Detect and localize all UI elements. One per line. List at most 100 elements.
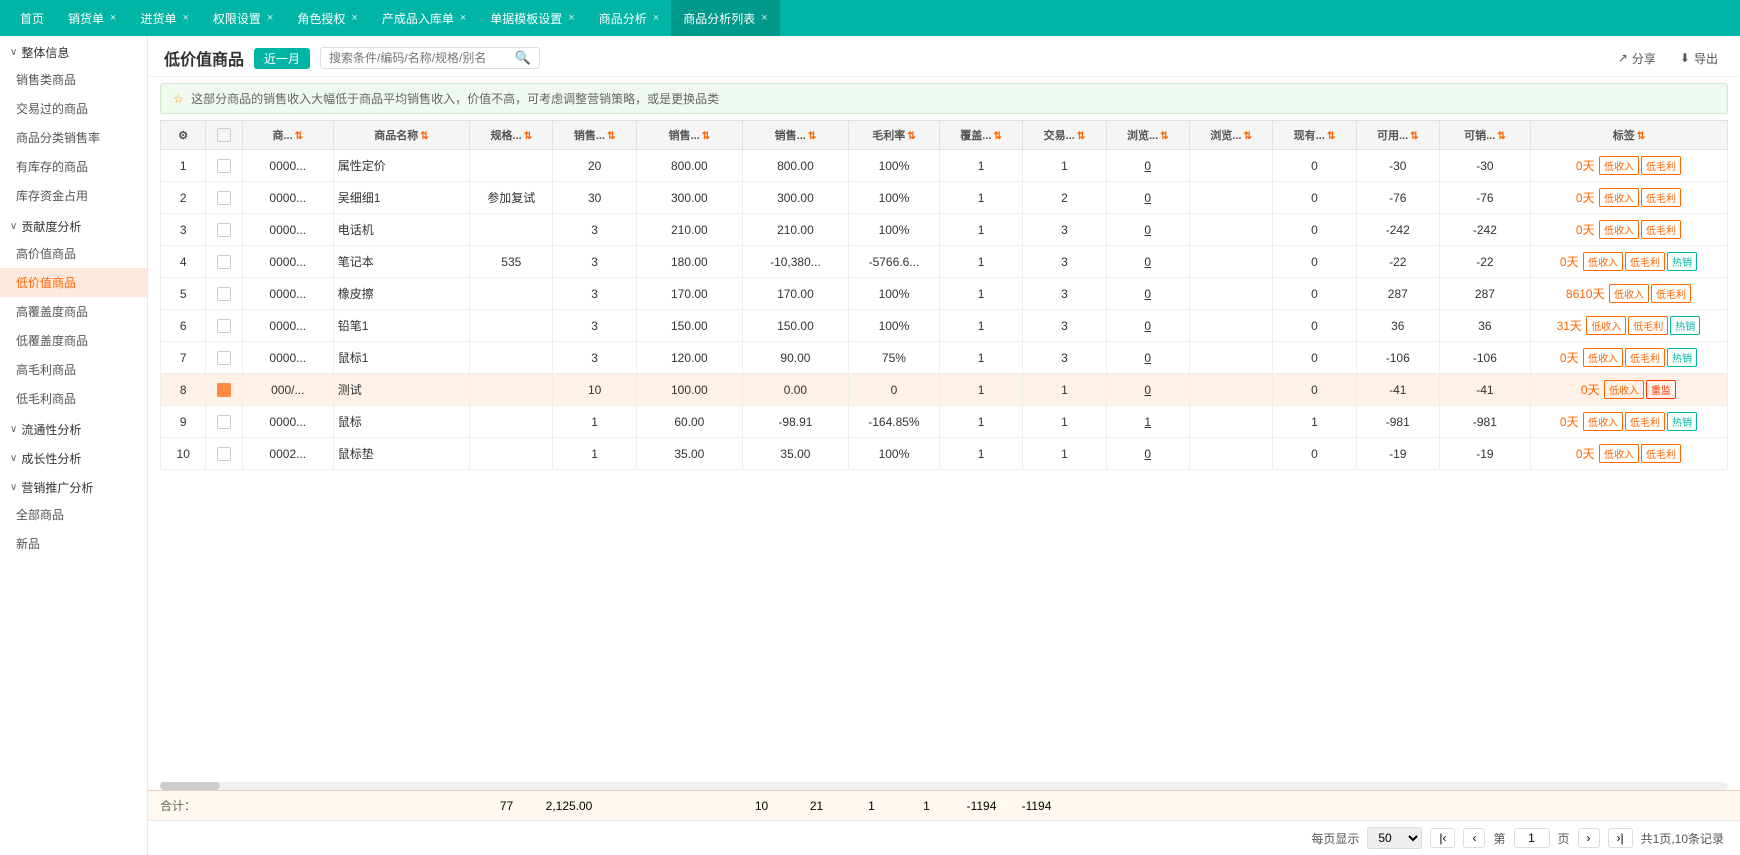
close-icon[interactable]: × — [182, 12, 188, 24]
browse-link[interactable]: 0 — [1144, 319, 1151, 333]
browse1-cell[interactable]: 0 — [1106, 310, 1189, 342]
filter-date-button[interactable]: 近一月 — [254, 48, 310, 69]
browse1-cell[interactable]: 0 — [1106, 150, 1189, 182]
sidebar-item-all-products[interactable]: 全部商品 — [0, 500, 147, 529]
browse1-cell[interactable]: 1 — [1106, 406, 1189, 438]
close-icon[interactable]: × — [761, 12, 767, 24]
checkbox-cell[interactable] — [206, 246, 242, 278]
sale2-column-header[interactable]: 销售...⇅ — [636, 121, 742, 150]
close-icon[interactable]: × — [568, 12, 574, 24]
nav-permission-settings[interactable]: 权限设置 × — [201, 0, 285, 36]
sellable-column-header[interactable]: 可销...⇅ — [1439, 121, 1530, 150]
sidebar-item-new-products[interactable]: 新品 — [0, 529, 147, 558]
checkbox-column-header[interactable] — [206, 121, 242, 150]
checkbox-cell[interactable] — [206, 182, 242, 214]
nav-sales-order[interactable]: 销货单 × — [56, 0, 128, 36]
checkbox-cell[interactable] — [206, 374, 242, 406]
stock1-column-header[interactable]: 现有...⇅ — [1273, 121, 1356, 150]
browse1-column-header[interactable]: 浏览...⇅ — [1106, 121, 1189, 150]
nav-product-analysis[interactable]: 商品分析 × — [587, 0, 671, 36]
nav-purchase-order[interactable]: 进货单 × — [128, 0, 200, 36]
row-checkbox[interactable] — [217, 223, 231, 237]
sidebar-group-marketing[interactable]: ∨ 营销推广分析 — [0, 471, 147, 500]
nav-template-settings[interactable]: 单据模板设置 × — [478, 0, 586, 36]
browse-link[interactable]: 0 — [1144, 255, 1151, 269]
sidebar-group-overall[interactable]: ∨ 整体信息 — [0, 36, 147, 65]
checkbox-cell[interactable] — [206, 342, 242, 374]
search-icon[interactable]: 🔍 — [515, 50, 531, 66]
nav-home[interactable]: 首页 — [8, 0, 56, 36]
nav-role-auth[interactable]: 角色授权 × — [285, 0, 369, 36]
row-checkbox[interactable] — [217, 447, 231, 461]
browse-link[interactable]: 0 — [1144, 287, 1151, 301]
row-checkbox[interactable] — [217, 255, 231, 269]
sidebar-item-low-margin[interactable]: 低毛利商品 — [0, 384, 147, 413]
sidebar-item-traded-products[interactable]: 交易过的商品 — [0, 94, 147, 123]
browse2-column-header[interactable]: 浏览...⇅ — [1189, 121, 1272, 150]
trade-column-header[interactable]: 交易...⇅ — [1023, 121, 1106, 150]
checkbox-cell[interactable] — [206, 406, 242, 438]
prev-page-button[interactable]: ‹ — [1463, 828, 1485, 848]
browse-link[interactable]: 0 — [1144, 223, 1151, 237]
browse-link[interactable]: 1 — [1144, 415, 1151, 429]
browse-link[interactable]: 0 — [1144, 447, 1151, 461]
sidebar-item-stock-capital[interactable]: 库存资金占用 — [0, 181, 147, 210]
last-page-button[interactable]: ›| — [1608, 828, 1633, 848]
browse1-cell[interactable]: 0 — [1106, 342, 1189, 374]
sidebar-item-high-margin[interactable]: 高毛利商品 — [0, 355, 147, 384]
scrollbar-thumb[interactable] — [160, 782, 220, 790]
browse-link[interactable]: 0 — [1144, 191, 1151, 205]
sale3-column-header[interactable]: 销售...⇅ — [742, 121, 848, 150]
page-size-select[interactable]: 50 100 — [1367, 827, 1422, 849]
sidebar-item-high-coverage[interactable]: 高覆盖度商品 — [0, 297, 147, 326]
settings-column-header[interactable]: ⚙ — [161, 121, 206, 150]
sidebar-group-contribution[interactable]: ∨ 贡献度分析 — [0, 210, 147, 239]
checkbox-cell[interactable] — [206, 150, 242, 182]
browse-link[interactable]: 0 — [1144, 383, 1151, 397]
sidebar-item-low-value[interactable]: 低价值商品 — [0, 268, 147, 297]
sidebar-item-category-sales-rate[interactable]: 商品分类销售率 — [0, 123, 147, 152]
sale1-column-header[interactable]: 销售...⇅ — [553, 121, 636, 150]
row-checkbox[interactable] — [217, 415, 231, 429]
row-checkbox[interactable] — [217, 191, 231, 205]
close-icon[interactable]: × — [460, 12, 466, 24]
search-box[interactable]: 🔍 — [320, 47, 540, 69]
browse-link[interactable]: 0 — [1144, 351, 1151, 365]
sidebar-group-growth[interactable]: ∨ 成长性分析 — [0, 442, 147, 471]
row-checkbox[interactable] — [217, 319, 231, 333]
nav-product-analysis-list[interactable]: 商品分析列表 × — [671, 0, 779, 36]
spec-column-header[interactable]: 规格...⇅ — [470, 121, 553, 150]
export-button[interactable]: ⬇ 导出 — [1674, 48, 1724, 69]
sidebar-item-high-value[interactable]: 高价值商品 — [0, 239, 147, 268]
sidebar-item-stocked-products[interactable]: 有库存的商品 — [0, 152, 147, 181]
row-checkbox[interactable] — [217, 159, 231, 173]
select-all-checkbox[interactable] — [217, 128, 231, 142]
checkbox-cell[interactable] — [206, 278, 242, 310]
close-icon[interactable]: × — [351, 12, 357, 24]
stock2-column-header[interactable]: 可用...⇅ — [1356, 121, 1439, 150]
close-icon[interactable]: × — [267, 12, 273, 24]
browse-link[interactable]: 0 — [1144, 159, 1151, 173]
checkbox-cell[interactable] — [206, 310, 242, 342]
browse1-cell[interactable]: 0 — [1106, 278, 1189, 310]
first-page-button[interactable]: |‹ — [1430, 828, 1455, 848]
row-checkbox[interactable] — [217, 383, 231, 397]
row-checkbox[interactable] — [217, 351, 231, 365]
horizontal-scrollbar[interactable] — [160, 782, 1728, 790]
browse1-cell[interactable]: 0 — [1106, 374, 1189, 406]
next-page-button[interactable]: › — [1578, 828, 1600, 848]
sidebar-item-sales-products[interactable]: 销售类商品 — [0, 65, 147, 94]
current-page-input[interactable] — [1514, 828, 1550, 848]
checkbox-cell[interactable] — [206, 214, 242, 246]
close-icon[interactable]: × — [653, 12, 659, 24]
tags-column-header[interactable]: 标签⇅ — [1530, 121, 1727, 150]
checkbox-cell[interactable] — [206, 438, 242, 470]
browse1-cell[interactable]: 0 — [1106, 438, 1189, 470]
browse1-cell[interactable]: 0 — [1106, 182, 1189, 214]
nav-product-stock[interactable]: 产成品入库单 × — [370, 0, 478, 36]
close-icon[interactable]: × — [110, 12, 116, 24]
cover-column-header[interactable]: 覆盖...⇅ — [939, 121, 1022, 150]
sidebar-group-circulation[interactable]: ∨ 流通性分析 — [0, 413, 147, 442]
browse1-cell[interactable]: 0 — [1106, 246, 1189, 278]
search-input[interactable] — [329, 51, 509, 65]
